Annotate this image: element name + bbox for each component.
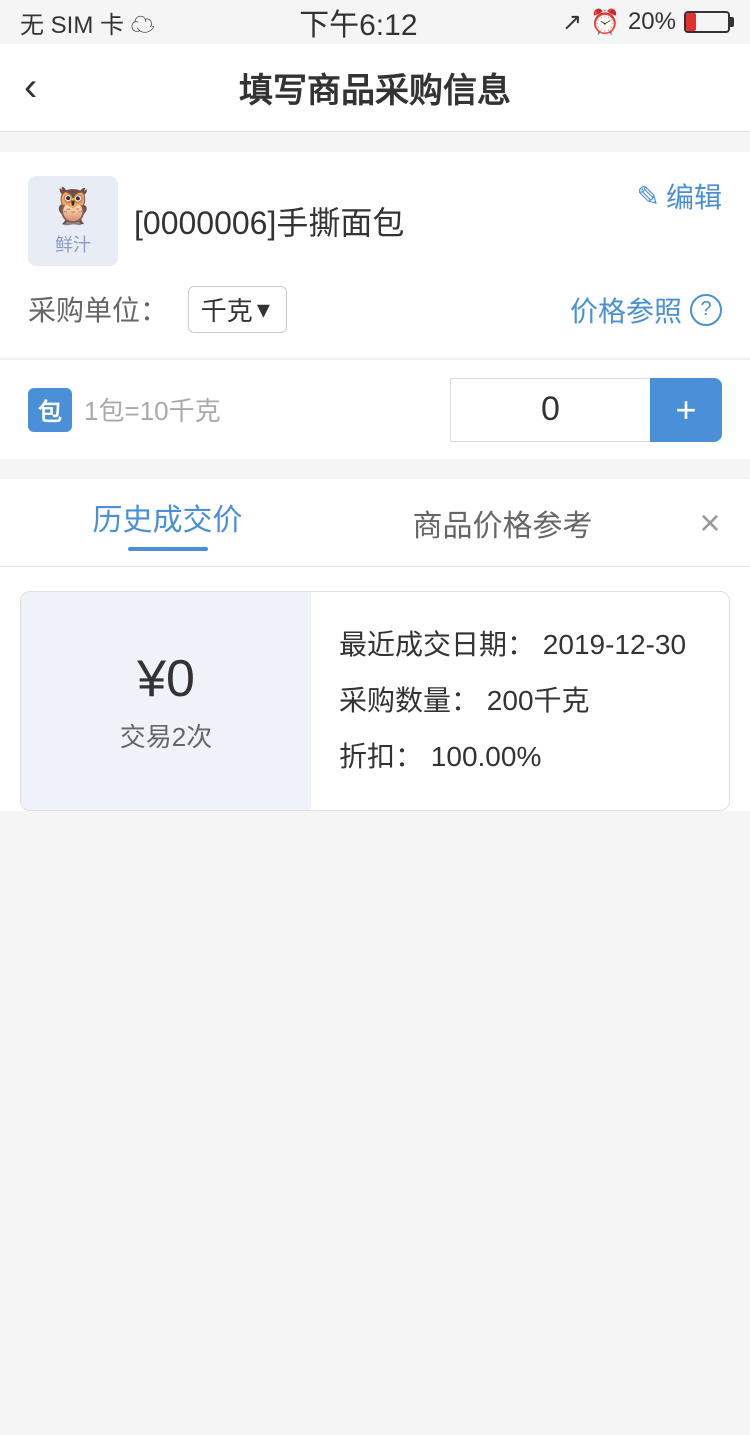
status-time: 下午6:12 — [299, 0, 417, 44]
unit-select[interactable]: 千克 ▾ — [188, 286, 287, 333]
tab1-label: 历史成交价 — [93, 495, 243, 539]
edit-label: 编辑 — [666, 176, 722, 216]
bottom-space — [0, 835, 750, 1435]
history-trades-count: 交易2次 — [120, 717, 212, 754]
price-ref-button[interactable]: 价格参照 ? — [570, 290, 722, 330]
edit-button[interactable]: ✎ 编辑 — [637, 176, 722, 216]
tab-close-button[interactable]: × — [670, 502, 750, 544]
quantity-left: 包 1包=10千克 — [28, 388, 221, 432]
history-discount-row: 折扣： 100.00% — [339, 736, 701, 778]
status-right: ↗ ⏰ 20% — [562, 8, 730, 37]
product-unit-row: 采购单位： 千克 ▾ 价格参照 ? — [28, 286, 722, 333]
nav-bar: ‹ 填写商品采购信息 — [0, 44, 750, 132]
product-card: 🦉 鲜汁 [0000006]手撕面包 ✎ 编辑 采购单位： 千克 ▾ 价格参照 … — [0, 152, 750, 357]
product-thumbnail-icon: 🦉 — [51, 185, 96, 227]
status-left: 无 SIM 卡 ☁ — [20, 5, 155, 40]
thumbnail-label: 鲜汁 — [55, 231, 91, 257]
product-header: 🦉 鲜汁 [0000006]手撕面包 ✎ 编辑 — [28, 176, 722, 266]
info-icon: ? — [690, 294, 722, 326]
history-price-value: ¥0 — [137, 649, 195, 709]
quantity-right: 0 + — [450, 378, 722, 442]
price-ref-label: 价格参照 — [570, 290, 682, 330]
tab2-label: 商品价格参考 — [413, 501, 593, 545]
history-price-section: ¥0 交易2次 — [21, 592, 311, 810]
unit-hint: 1包=10千克 — [84, 391, 221, 428]
discount-value: 100.00% — [431, 741, 542, 772]
product-left: 🦉 鲜汁 [0000006]手撕面包 — [28, 176, 404, 266]
page-title: 填写商品采购信息 — [239, 63, 511, 112]
alarm-icon: ⏰ — [590, 8, 620, 37]
sim-label: 无 SIM 卡 ☁ — [20, 5, 155, 40]
qty-value: 200千克 — [487, 685, 590, 716]
edit-icon: ✎ — [637, 180, 660, 213]
tabs-section: 历史成交价 商品价格参考 × ¥0 交易2次 最近成交日期： 2019-12-3… — [0, 479, 750, 811]
tab-active-indicator — [128, 547, 208, 551]
location-icon: ↗ — [562, 8, 582, 37]
tab-product-price-ref[interactable]: 商品价格参考 — [335, 479, 670, 566]
history-card: ¥0 交易2次 最近成交日期： 2019-12-30 采购数量： 200千克 折… — [20, 591, 730, 811]
quantity-plus-button[interactable]: + — [650, 378, 722, 442]
unit-badge: 包 — [28, 388, 72, 432]
history-date-row: 最近成交日期： 2019-12-30 — [339, 624, 701, 666]
unit-section: 采购单位： 千克 ▾ — [28, 286, 287, 333]
battery-percent: 20% — [628, 8, 676, 36]
history-details-section: 最近成交日期： 2019-12-30 采购数量： 200千克 折扣： 100.0… — [311, 592, 729, 810]
qty-label: 采购数量： — [339, 685, 479, 716]
quantity-input[interactable]: 0 — [450, 378, 650, 442]
product-thumbnail: 🦉 鲜汁 — [28, 176, 118, 266]
product-name: [0000006]手撕面包 — [134, 198, 404, 244]
status-bar: 无 SIM 卡 ☁ 下午6:12 ↗ ⏰ 20% — [0, 0, 750, 44]
discount-label: 折扣： — [339, 741, 423, 772]
tab-history-price[interactable]: 历史成交价 — [0, 479, 335, 566]
battery-icon — [684, 11, 730, 33]
back-button[interactable]: ‹ — [24, 65, 37, 110]
history-qty-row: 采购数量： 200千克 — [339, 680, 701, 722]
unit-label: 采购单位： — [28, 295, 168, 326]
date-label: 最近成交日期： — [339, 629, 535, 660]
quantity-bar: 包 1包=10千克 0 + — [0, 359, 750, 459]
chevron-down-icon: ▾ — [257, 294, 270, 325]
date-value: 2019-12-30 — [543, 629, 686, 660]
tabs-header: 历史成交价 商品价格参考 × — [0, 479, 750, 567]
unit-value: 千克 — [201, 291, 253, 328]
